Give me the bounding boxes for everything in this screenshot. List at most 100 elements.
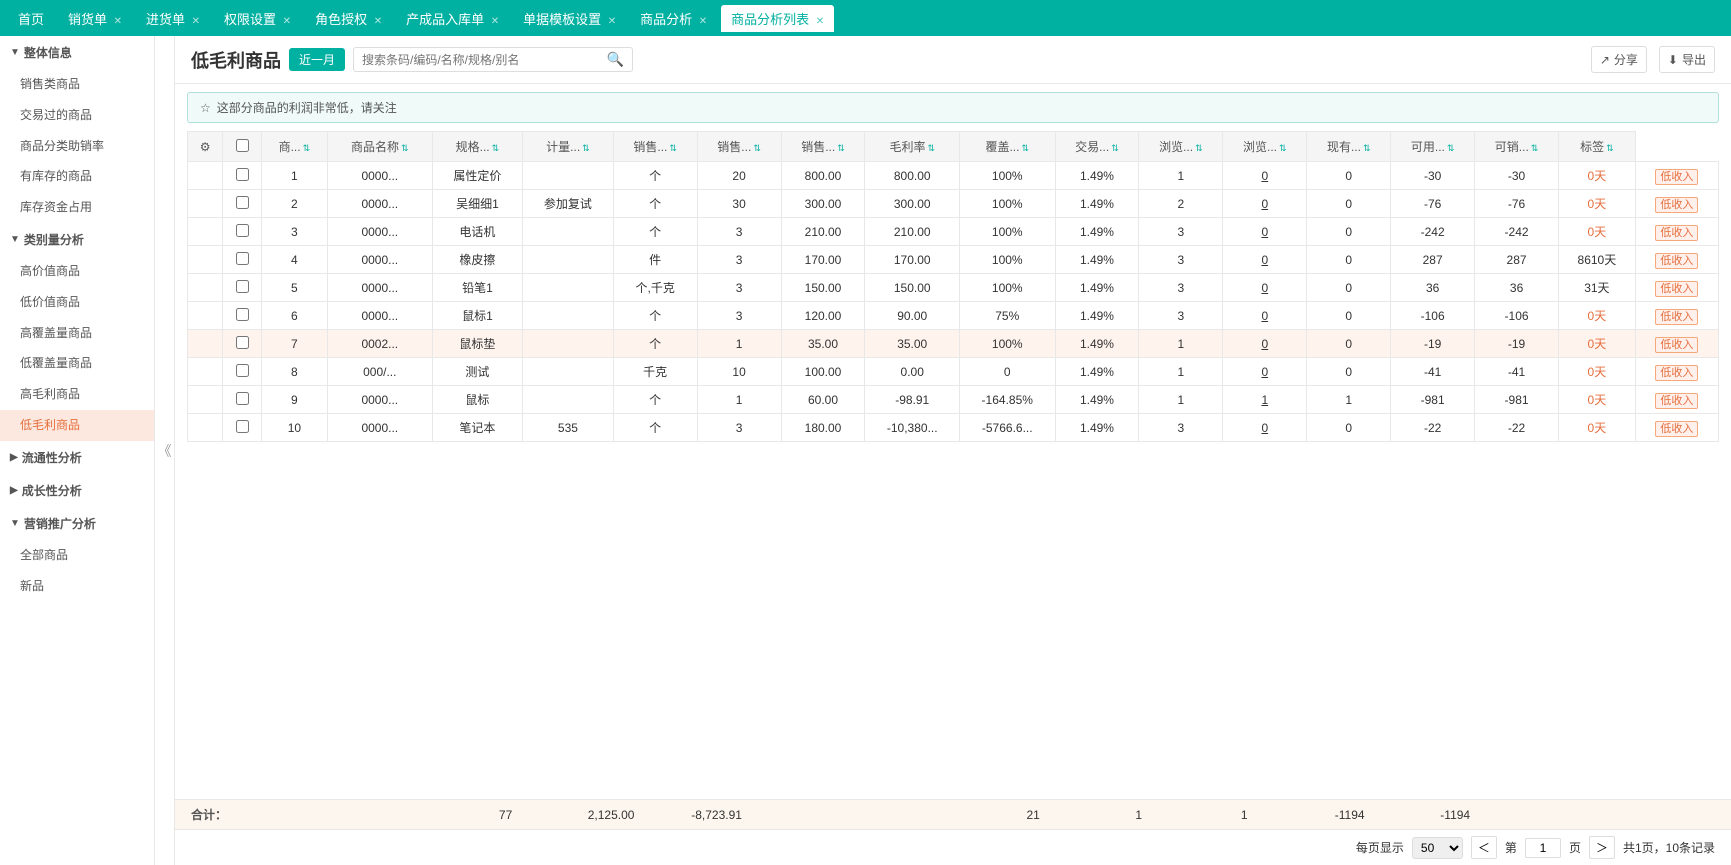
col-current[interactable]: 现有...⇅ <box>1307 132 1391 162</box>
col-name[interactable]: 商品名称⇅ <box>327 132 432 162</box>
col-spec[interactable]: 规格...⇅ <box>432 132 523 162</box>
sidebar-item-new-goods[interactable]: 新品 <box>0 571 154 602</box>
nav-product-analysis-list[interactable]: 商品分析列表 ✕ <box>721 5 834 32</box>
share-btn[interactable]: ↗ 分享 <box>1591 46 1647 73</box>
sidebar-item-high-value[interactable]: 高价值商品 <box>0 256 154 287</box>
row-checkbox[interactable] <box>236 392 249 405</box>
nav-template[interactable]: 单据模板设置 ✕ <box>513 5 626 32</box>
cell-checkbox[interactable] <box>223 302 262 330</box>
cell-checkbox[interactable] <box>223 246 262 274</box>
nav-permission[interactable]: 权限设置 ✕ <box>214 5 301 32</box>
col-saleable[interactable]: 可销...⇅ <box>1475 132 1559 162</box>
nav-close-purchase[interactable]: ✕ <box>192 16 200 27</box>
sidebar-item-stock-goods[interactable]: 有库存的商品 <box>0 161 154 192</box>
nav-product-inbound[interactable]: 产成品入库单 ✕ <box>396 5 509 32</box>
cell-views1[interactable]: 1 <box>1223 386 1307 414</box>
col-tag[interactable]: 标签⇅ <box>1559 132 1636 162</box>
nav-close-role[interactable]: ✕ <box>374 16 382 27</box>
page-size-select[interactable]: 50 100 200 <box>1412 837 1463 859</box>
cell-checkbox[interactable] <box>223 386 262 414</box>
cell-checkbox[interactable] <box>223 330 262 358</box>
cell-sales-qty: 3 <box>697 246 781 274</box>
row-checkbox[interactable] <box>236 252 249 265</box>
cell-views1[interactable]: 0 <box>1223 302 1307 330</box>
sidebar-item-all-goods[interactable]: 全部商品 <box>0 540 154 571</box>
sidebar-collapse-btn[interactable]: 《 <box>155 36 175 865</box>
cell-checkbox[interactable] <box>223 414 262 442</box>
col-available[interactable]: 可用...⇅ <box>1391 132 1475 162</box>
page-number-input[interactable] <box>1525 838 1561 858</box>
sidebar-group-circulation[interactable]: ▶流通性分析 <box>0 441 154 474</box>
sidebar-item-low-margin[interactable]: 低毛利商品 <box>0 410 154 441</box>
nav-sales[interactable]: 销货单 ✕ <box>58 5 132 32</box>
row-checkbox[interactable] <box>236 168 249 181</box>
cell-trade: 1 <box>1139 162 1223 190</box>
sidebar-item-high-margin[interactable]: 高毛利商品 <box>0 379 154 410</box>
col-unit[interactable]: 计量...⇅ <box>523 132 614 162</box>
nav-product-analysis[interactable]: 商品分析 ✕ <box>630 5 717 32</box>
export-btn[interactable]: ⬇ 导出 <box>1659 46 1715 73</box>
sidebar-item-traded-goods[interactable]: 交易过的商品 <box>0 100 154 131</box>
search-input[interactable] <box>362 53 607 67</box>
nav-close-product-inbound[interactable]: ✕ <box>491 16 499 27</box>
row-checkbox[interactable] <box>236 420 249 433</box>
row-checkbox[interactable] <box>236 308 249 321</box>
col-settings[interactable]: ⚙ <box>188 132 223 162</box>
header-actions: ↗ 分享 ⬇ 导出 <box>1591 46 1715 73</box>
row-checkbox[interactable] <box>236 364 249 377</box>
cell-checkbox[interactable] <box>223 274 262 302</box>
nav-purchase[interactable]: 进货单 ✕ <box>136 5 210 32</box>
row-checkbox[interactable] <box>236 196 249 209</box>
cell-views1[interactable]: 0 <box>1223 414 1307 442</box>
cell-views1[interactable]: 0 <box>1223 162 1307 190</box>
cell-views1[interactable]: 0 <box>1223 190 1307 218</box>
cell-checkbox[interactable] <box>223 218 262 246</box>
cell-views1[interactable]: 0 <box>1223 246 1307 274</box>
col-coverage[interactable]: 覆盖...⇅ <box>959 132 1055 162</box>
row-checkbox[interactable] <box>236 280 249 293</box>
sidebar-group-category[interactable]: ▼类别量分析 <box>0 223 154 256</box>
cell-views1[interactable]: 0 <box>1223 274 1307 302</box>
sidebar-item-low-value[interactable]: 低价值商品 <box>0 287 154 318</box>
nav-close-permission[interactable]: ✕ <box>283 16 291 27</box>
filter-recent-month-btn[interactable]: 近一月 <box>289 48 345 71</box>
sidebar-item-category-rate[interactable]: 商品分类助销率 <box>0 131 154 162</box>
nav-home[interactable]: 首页 <box>8 5 54 32</box>
cell-views1[interactable]: 0 <box>1223 330 1307 358</box>
sidebar-item-low-coverage[interactable]: 低覆盖量商品 <box>0 348 154 379</box>
sidebar-group-overall[interactable]: ▼整体信息 <box>0 36 154 69</box>
col-checkbox[interactable] <box>223 132 262 162</box>
search-icon[interactable]: 🔍 <box>607 51 624 68</box>
nav-close-product-analysis[interactable]: ✕ <box>699 16 707 27</box>
prev-page-btn[interactable]: ＜ <box>1471 836 1497 859</box>
col-sales-qty[interactable]: 销售...⇅ <box>613 132 697 162</box>
cell-num: 2 <box>261 190 327 218</box>
sidebar-group-growth[interactable]: ▶成长性分析 <box>0 474 154 507</box>
col-sales-profit[interactable]: 销售...⇅ <box>781 132 865 162</box>
cell-trade: 3 <box>1139 302 1223 330</box>
sidebar-group-marketing[interactable]: ▼营销推广分析 <box>0 507 154 540</box>
nav-close-template[interactable]: ✕ <box>608 16 616 27</box>
cell-checkbox[interactable] <box>223 190 262 218</box>
cell-views1[interactable]: 0 <box>1223 218 1307 246</box>
col-gross-margin[interactable]: 毛利率⇅ <box>865 132 960 162</box>
cell-checkbox[interactable] <box>223 358 262 386</box>
cell-views1[interactable]: 0 <box>1223 358 1307 386</box>
cell-checkbox[interactable] <box>223 162 262 190</box>
nav-close-sales[interactable]: ✕ <box>114 16 122 27</box>
nav-role[interactable]: 角色授权 ✕ <box>305 5 392 32</box>
next-page-btn[interactable]: ＞ <box>1589 836 1615 859</box>
sidebar-item-sales-goods[interactable]: 销售类商品 <box>0 69 154 100</box>
select-all-checkbox[interactable] <box>236 139 249 152</box>
sidebar-item-stock-capital[interactable]: 库存资金占用 <box>0 192 154 223</box>
col-views2[interactable]: 浏览...⇅ <box>1223 132 1307 162</box>
cell-saleable-days: 0天 <box>1559 414 1636 442</box>
row-checkbox[interactable] <box>236 224 249 237</box>
col-views1[interactable]: 浏览...⇅ <box>1139 132 1223 162</box>
col-trade[interactable]: 交易...⇅ <box>1055 132 1139 162</box>
row-checkbox[interactable] <box>236 336 249 349</box>
col-sales-price[interactable]: 销售...⇅ <box>697 132 781 162</box>
nav-close-product-analysis-list[interactable]: ✕ <box>816 16 824 27</box>
sidebar-item-high-coverage[interactable]: 高覆盖量商品 <box>0 318 154 349</box>
col-code[interactable]: 商...⇅ <box>261 132 327 162</box>
